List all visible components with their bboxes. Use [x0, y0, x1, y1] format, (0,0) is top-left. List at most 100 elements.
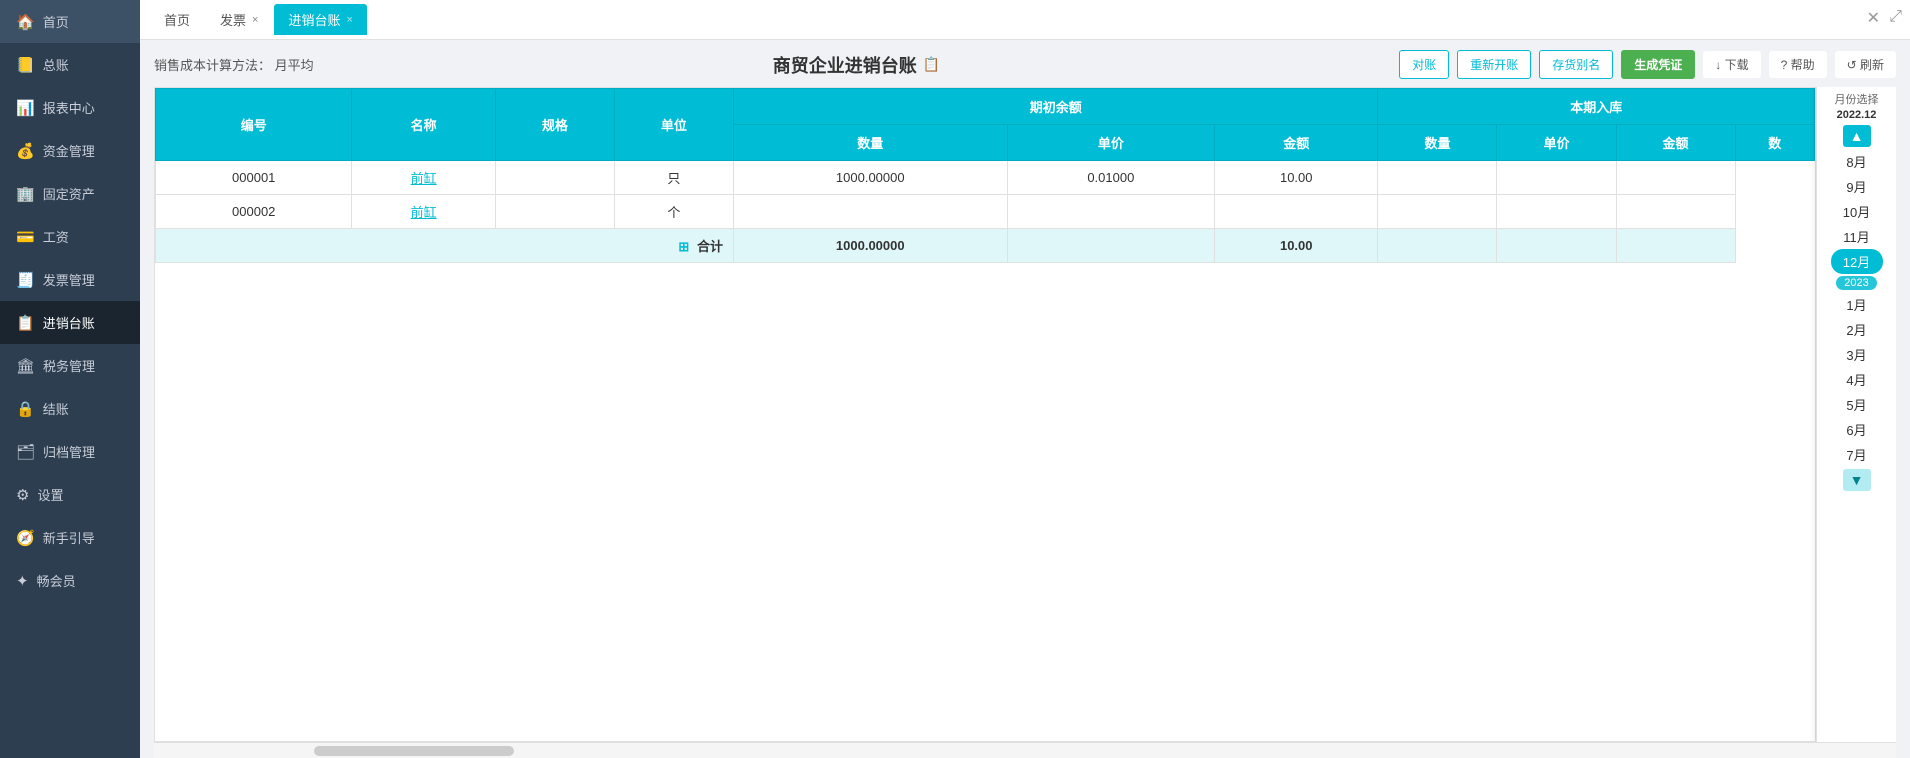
- cell-spec-2: [495, 195, 614, 229]
- month-item-8[interactable]: 8月: [1817, 149, 1896, 174]
- month-item-2[interactable]: 2月: [1817, 317, 1896, 342]
- year-2022-label: 2022.12: [1837, 109, 1877, 121]
- name-link-2[interactable]: 前缸: [411, 205, 437, 220]
- archive-icon: 🗂: [16, 443, 35, 461]
- tab-invoice[interactable]: 发票 ×: [206, 4, 272, 35]
- sidebar-item-tax[interactable]: 🏛 税务管理: [0, 344, 140, 387]
- col-header-price-in: 单价: [1497, 125, 1616, 161]
- cunwei-button[interactable]: 存货别名: [1539, 50, 1613, 79]
- sidebar-item-purchase-sale[interactable]: 📋 进销台账: [0, 301, 140, 344]
- tab-purchase-sale[interactable]: 进销台账 ×: [274, 4, 366, 35]
- help-button[interactable]: ? 帮助: [1769, 51, 1827, 78]
- table-header-row-1: 编号 名称 规格 单位 期初余额 本期入库: [156, 89, 1815, 125]
- window-expand-button[interactable]: ⤢: [1889, 8, 1902, 26]
- col-header-extra: 数: [1735, 125, 1814, 161]
- close-purchase-sale-tab-icon[interactable]: ×: [346, 14, 352, 26]
- month-item-5[interactable]: 5月: [1817, 392, 1896, 417]
- refresh-button[interactable]: ↺ 刷新: [1835, 51, 1896, 78]
- month-item-10[interactable]: 10月: [1817, 199, 1896, 224]
- close-invoice-tab-icon[interactable]: ×: [252, 14, 258, 26]
- invoice-mgmt-icon: 🧾: [16, 271, 35, 289]
- total-row: ⊞ 合计 1000.00000 10.00: [156, 229, 1815, 263]
- total-qty-init: 1000.00000: [733, 229, 1007, 263]
- window-close-button[interactable]: ✕: [1867, 8, 1880, 28]
- home-icon: 🏠: [16, 13, 35, 31]
- cell-spec-1: [495, 161, 614, 195]
- cell-price-in-1: [1497, 161, 1616, 195]
- cell-amount-in-1: [1616, 161, 1735, 195]
- page-content: 销售成本计算方法： 月平均 商贸企业进销台账 📋 对账 重新开账 存货别名 生成…: [140, 40, 1910, 758]
- tab-home[interactable]: 首页: [150, 4, 204, 35]
- settings-icon: ⚙: [16, 486, 29, 504]
- month-item-3[interactable]: 3月: [1817, 342, 1896, 367]
- cell-amount-in-2: [1616, 195, 1735, 229]
- horizontal-scrollbar[interactable]: [154, 742, 1896, 758]
- ledger-icon: 📒: [16, 56, 35, 74]
- month-item-1[interactable]: 1月: [1817, 292, 1896, 317]
- col-header-qty-init: 数量: [733, 125, 1007, 161]
- reports-icon: 📊: [16, 99, 35, 117]
- col-header-name: 名称: [352, 89, 495, 161]
- month-item-7[interactable]: 7月: [1817, 442, 1896, 467]
- title-table-icon[interactable]: 📋: [923, 56, 940, 73]
- cell-qty-in-1: [1378, 161, 1497, 195]
- cell-name-1: 前缸: [352, 161, 495, 195]
- col-header-amount-init: 金额: [1215, 125, 1378, 161]
- assets-icon: 🏢: [16, 185, 35, 203]
- sidebar-item-reports[interactable]: 📊 报表中心: [0, 86, 140, 129]
- cell-qty-init-1: 1000.00000: [733, 161, 1007, 195]
- sidebar-item-ledger[interactable]: 📒 总账: [0, 43, 140, 86]
- cell-name-2: 前缸: [352, 195, 495, 229]
- sidebar-item-capital[interactable]: 💰 资金管理: [0, 129, 140, 172]
- cell-unit-1: 只: [614, 161, 733, 195]
- month-item-9[interactable]: 9月: [1817, 174, 1896, 199]
- sidebar-item-closing[interactable]: 🔒 结账: [0, 387, 140, 430]
- generate-button[interactable]: 生成凭证: [1621, 50, 1695, 79]
- month-panel-title: 月份选择: [1835, 91, 1879, 107]
- total-price-init: [1007, 229, 1214, 263]
- table-row: 000001 前缸 只 1000.00000 0.01000 10.00: [156, 161, 1815, 195]
- month-item-6[interactable]: 6月: [1817, 417, 1896, 442]
- sidebar-item-guide[interactable]: 🧭 新手引导: [0, 516, 140, 559]
- sidebar-item-invoice-mgmt[interactable]: 🧾 发票管理: [0, 258, 140, 301]
- action-buttons: 对账 重新开账 存货别名 生成凭证 ↓ 下载 ? 帮助 ↺ 刷新: [1399, 50, 1896, 79]
- col-header-id: 编号: [156, 89, 352, 161]
- member-icon: ✦: [16, 572, 29, 590]
- total-amount-init: 10.00: [1215, 229, 1378, 263]
- cell-amount-init-2: [1215, 195, 1378, 229]
- month-item-12[interactable]: 12月: [1831, 249, 1883, 274]
- month-item-4[interactable]: 4月: [1817, 367, 1896, 392]
- col-header-qty-in: 数量: [1378, 125, 1497, 161]
- sidebar-item-archive[interactable]: 🗂 归档管理: [0, 430, 140, 473]
- cell-amount-init-1: 10.00: [1215, 161, 1378, 195]
- sidebar: 🏠 首页 📒 总账 📊 报表中心 💰 资金管理 🏢 固定资产 💳 工资 🧾 发票…: [0, 0, 140, 758]
- sidebar-item-member[interactable]: ✦ 畅会员: [0, 559, 140, 602]
- cell-id-2: 000002: [156, 195, 352, 229]
- page-title: 商贸企业进销台账 📋: [773, 52, 940, 78]
- total-qty-in: [1378, 229, 1497, 263]
- col-header-amount-in: 金额: [1616, 125, 1735, 161]
- name-link-1[interactable]: 前缸: [411, 171, 437, 186]
- table-row: 000002 前缸 个: [156, 195, 1815, 229]
- sidebar-item-settings[interactable]: ⚙ 设置: [0, 473, 140, 516]
- sidebar-item-assets[interactable]: 🏢 固定资产: [0, 172, 140, 215]
- cell-qty-init-2: [733, 195, 1007, 229]
- duizhang-button[interactable]: 对账: [1399, 50, 1449, 79]
- total-icon: ⊞: [678, 239, 689, 254]
- col-group-in: 本期入库: [1378, 89, 1815, 125]
- month-selector-panel: 月份选择 2022.12 ▲ 8月 9月 10月 11月 12月 2023 1月…: [1816, 87, 1896, 742]
- main-table: 编号 名称 规格 单位 期初余额 本期入库 数量 单价 金额 数量: [154, 87, 1816, 742]
- cell-id-1: 000001: [156, 161, 352, 195]
- month-nav-down-button[interactable]: ▼: [1843, 469, 1871, 491]
- total-label-cell: ⊞ 合计: [156, 229, 734, 263]
- month-item-11[interactable]: 11月: [1817, 224, 1896, 249]
- cost-method-label: 销售成本计算方法： 月平均: [154, 55, 314, 74]
- download-button[interactable]: ↓ 下载: [1703, 51, 1760, 78]
- sidebar-item-salary[interactable]: 💳 工资: [0, 215, 140, 258]
- month-nav-up-button[interactable]: ▲: [1843, 125, 1871, 147]
- cell-unit-2: 个: [614, 195, 733, 229]
- chongxin-button[interactable]: 重新开账: [1457, 50, 1531, 79]
- year-2023-label[interactable]: 2023: [1836, 276, 1876, 290]
- sidebar-item-home[interactable]: 🏠 首页: [0, 0, 140, 43]
- total-price-in: [1497, 229, 1616, 263]
